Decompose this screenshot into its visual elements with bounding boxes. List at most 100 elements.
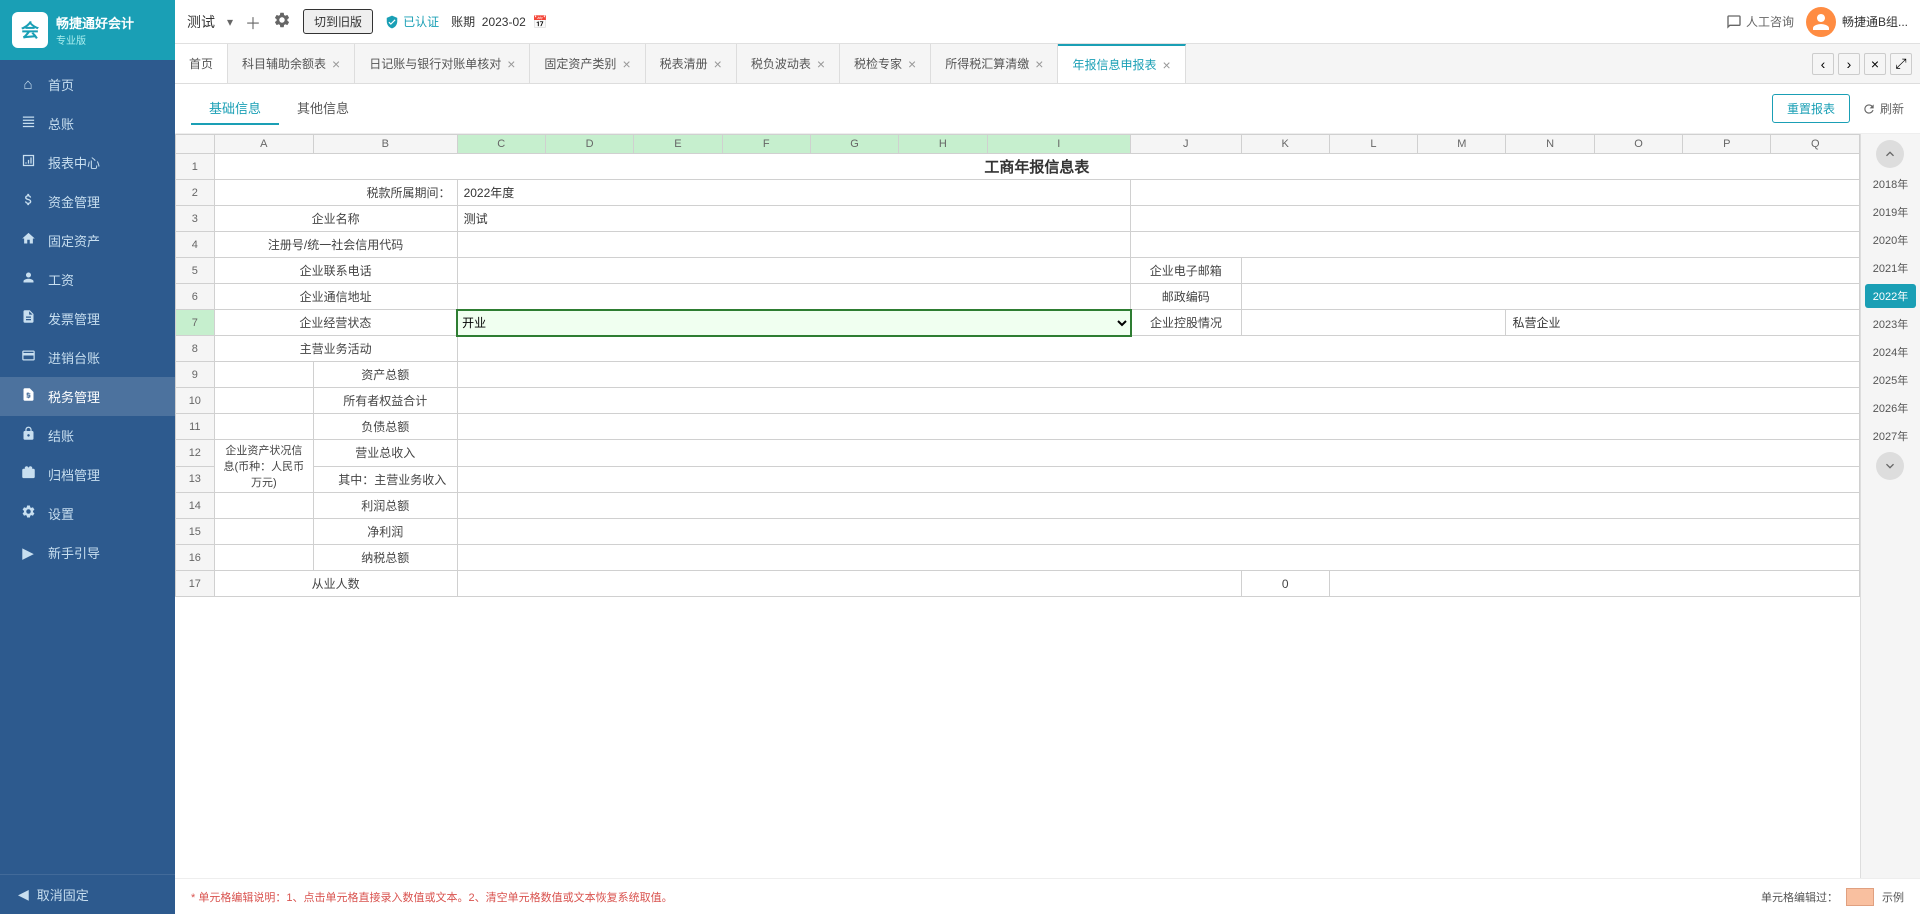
year-2026[interactable]: 2026年 <box>1865 396 1916 420</box>
sidebar-item-tax[interactable]: 税务管理 <box>0 377 175 416</box>
employees-count[interactable]: 0 <box>1241 571 1329 597</box>
col-header-L[interactable]: L <box>1329 135 1417 154</box>
tab-tax-fluctuation[interactable]: 税负波动表 × <box>737 44 840 84</box>
tab-tax-return[interactable]: 税表清册 × <box>646 44 737 84</box>
year-2024[interactable]: 2024年 <box>1865 340 1916 364</box>
net-profit-value[interactable] <box>457 519 1859 545</box>
sidebar-item-close[interactable]: 结账 <box>0 416 175 455</box>
sidebar-item-report[interactable]: 报表中心 <box>0 143 175 182</box>
tab-aux-balance[interactable]: 科目辅助余额表 × <box>228 44 355 84</box>
tab-expand[interactable]: ⤢ <box>1890 53 1912 75</box>
tab-income-tax[interactable]: 所得税汇算清缴 × <box>931 44 1058 84</box>
sidebar-item-settings[interactable]: 设置 <box>0 494 175 533</box>
total-assets-value[interactable] <box>457 362 1859 388</box>
col-header-O[interactable]: O <box>1594 135 1682 154</box>
col-header-J[interactable]: J <box>1131 135 1241 154</box>
holding-type[interactable]: 私营企业 <box>1506 310 1860 336</box>
sidebar-item-guide[interactable]: ▶ 新手引导 <box>0 533 175 572</box>
tab-close-icon[interactable]: × <box>817 57 825 71</box>
user-profile[interactable]: 畅捷通B组... <box>1806 7 1908 37</box>
col-header-K[interactable]: K <box>1241 135 1329 154</box>
tab-nav-next[interactable]: › <box>1838 53 1860 75</box>
col-header-N[interactable]: N <box>1506 135 1594 154</box>
col-header-E[interactable]: E <box>634 135 722 154</box>
total-tax-value[interactable] <box>457 545 1859 571</box>
col-header-I[interactable]: I <box>987 135 1131 154</box>
tab-close-icon[interactable]: × <box>1035 57 1043 71</box>
col-header-B[interactable]: B <box>314 135 458 154</box>
topbar-settings-icon[interactable] <box>273 11 291 32</box>
year-2022[interactable]: 2022年 <box>1865 284 1916 308</box>
tab-bank-rec[interactable]: 日记账与银行对账单核对 × <box>355 44 530 84</box>
tab-nav-prev[interactable]: ‹ <box>1812 53 1834 75</box>
sidebar-item-invoice[interactable]: 发票管理 <box>0 299 175 338</box>
email-value[interactable] <box>1241 258 1860 284</box>
sidebar-item-ledger[interactable]: 总账 <box>0 104 175 143</box>
sidebar-item-purchase-sale[interactable]: 进销台账 <box>0 338 175 377</box>
tab-close-all[interactable]: × <box>1864 53 1886 75</box>
main-revenue-value[interactable] <box>457 466 1859 493</box>
topbar-add-button[interactable]: ＋ <box>245 10 261 34</box>
col-header-H[interactable]: H <box>899 135 987 154</box>
business-status-dropdown[interactable]: 开业 注销 吊销 迁出 撤销 <box>458 315 1130 331</box>
liabilities-value[interactable] <box>457 414 1859 440</box>
year-nav-up[interactable] <box>1876 140 1904 168</box>
topbar-dropdown-icon[interactable]: ▾ <box>227 15 233 29</box>
year-nav-down[interactable] <box>1876 452 1904 480</box>
sidebar-item-archive[interactable]: 归档管理 <box>0 455 175 494</box>
col-header-C[interactable]: C <box>457 135 545 154</box>
col-header-A[interactable]: A <box>214 135 313 154</box>
phone-value[interactable] <box>457 258 1131 284</box>
col-header-M[interactable]: M <box>1418 135 1506 154</box>
main-business-value[interactable] <box>457 336 1859 362</box>
sheet-tab-basic[interactable]: 基础信息 <box>191 92 279 125</box>
col-header-G[interactable]: G <box>810 135 898 154</box>
sidebar-item-home[interactable]: ⌂ 首页 <box>0 65 175 104</box>
tab-close-icon[interactable]: × <box>507 57 515 71</box>
col-header-D[interactable]: D <box>545 135 633 154</box>
total-revenue-value[interactable] <box>457 440 1859 467</box>
tax-period-value[interactable]: 2022年度 <box>457 180 1131 206</box>
spreadsheet-scroll[interactable]: A B C D E F G H I J K L <box>175 134 1860 878</box>
year-2023[interactable]: 2023年 <box>1865 312 1916 336</box>
year-2020[interactable]: 2020年 <box>1865 228 1916 252</box>
sheet-title-cell[interactable]: 工商年报信息表 <box>214 154 1859 180</box>
table-row: 16 纳税总额 <box>176 545 1860 571</box>
year-2019[interactable]: 2019年 <box>1865 200 1916 224</box>
sidebar-item-fund[interactable]: 资金管理 <box>0 182 175 221</box>
reset-button[interactable]: 重置报表 <box>1772 94 1850 123</box>
sidebar-item-salary[interactable]: 工资 <box>0 260 175 299</box>
tab-close-icon[interactable]: × <box>714 57 722 71</box>
company-name-value[interactable]: 测试 <box>457 206 1131 232</box>
refresh-button[interactable]: 刷新 <box>1862 100 1904 117</box>
tab-tax-expert[interactable]: 税检专家 × <box>840 44 931 84</box>
equity-value[interactable] <box>457 388 1859 414</box>
tab-home[interactable]: 首页 <box>175 44 228 84</box>
tab-close-icon[interactable]: × <box>332 57 340 71</box>
year-2027[interactable]: 2027年 <box>1865 424 1916 448</box>
tab-close-icon[interactable]: × <box>908 57 916 71</box>
year-2021[interactable]: 2021年 <box>1865 256 1916 280</box>
employees-value[interactable] <box>457 571 1241 597</box>
zipcode-value[interactable] <box>1241 284 1860 310</box>
sidebar-item-fixed-asset[interactable]: 固定资产 <box>0 221 175 260</box>
sidebar-unfix-button[interactable]: ◀ 取消固定 <box>0 874 175 914</box>
col-header-F[interactable]: F <box>722 135 810 154</box>
address-value[interactable] <box>457 284 1131 310</box>
business-status-cell[interactable]: 开业 注销 吊销 迁出 撤销 <box>457 310 1131 336</box>
col-header-Q[interactable]: Q <box>1771 135 1860 154</box>
tab-annual-report[interactable]: 年报信息申报表 × <box>1058 44 1185 84</box>
tab-close-icon[interactable]: × <box>622 57 630 71</box>
employees-extra[interactable] <box>1329 571 1859 597</box>
year-2018[interactable]: 2018年 <box>1865 172 1916 196</box>
tab-close-icon[interactable]: × <box>1162 58 1170 72</box>
reg-code-value[interactable] <box>457 232 1131 258</box>
sheet-tab-other[interactable]: 其他信息 <box>279 92 367 125</box>
col-header-P[interactable]: P <box>1683 135 1771 154</box>
total-profit-value[interactable] <box>457 493 1859 519</box>
tab-fixed-asset-type[interactable]: 固定资产类别 × <box>530 44 645 84</box>
year-2025[interactable]: 2025年 <box>1865 368 1916 392</box>
switch-version-button[interactable]: 切到旧版 <box>303 9 373 34</box>
holding-value[interactable] <box>1241 310 1506 336</box>
service-button[interactable]: 人工咨询 <box>1726 13 1794 30</box>
